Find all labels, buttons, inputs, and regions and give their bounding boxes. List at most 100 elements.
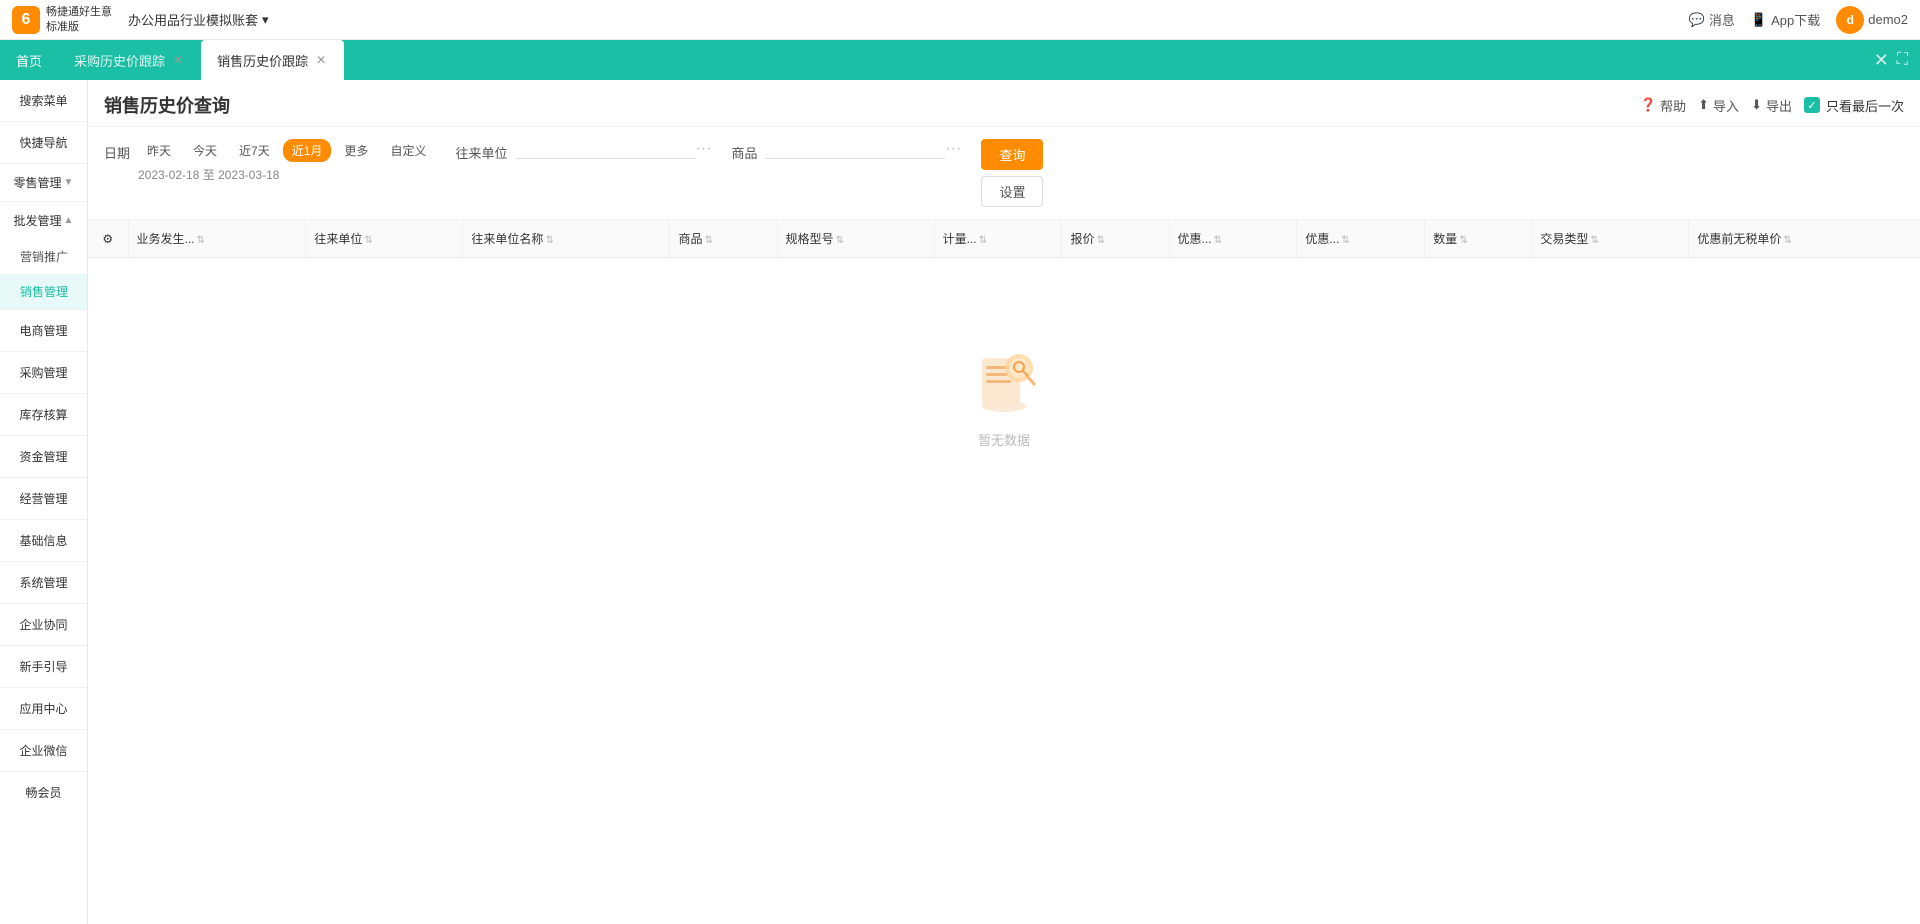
date-filter-label: 日期 [104, 139, 130, 162]
app-download-button[interactable]: 📱 App下载 [1751, 10, 1820, 29]
import-label: 导入 [1713, 96, 1739, 115]
sidebar-quick-nav-label: 快捷导航 [19, 134, 67, 151]
table-col-gear[interactable]: ⚙ [88, 220, 128, 258]
tab-purchase-history[interactable]: 采购历史价跟踪 ✕ [58, 40, 201, 80]
only-last-checkbox-label[interactable]: ✓ 只看最后一次 [1804, 96, 1904, 115]
sidebar-search-label: 搜索菜单 [19, 92, 67, 109]
date-range-display: 2023-02-18 至 2023-03-18 [138, 166, 435, 183]
table-container: ⚙ 业务发生...⇅ 往来单位⇅ 往来单位名称⇅ 商品⇅ [88, 220, 1920, 924]
sidebar-item-quick-nav[interactable]: 快捷导航 [0, 122, 87, 163]
date-btn-7days[interactable]: 近7天 [230, 139, 279, 162]
sidebar-retail-label: 零售管理 [14, 174, 62, 191]
goods-input-picker[interactable]: ··· [945, 140, 961, 158]
content-area: 销售历史价查询 ❓ 帮助 ⬆ 导入 ⬇ 导出 ✓ 只看最后一次 [88, 80, 1920, 924]
sidebar: 搜索菜单 快捷导航 零售管理 ▼ 批发管理 ▲ 营销推广 销售管理 [0, 80, 88, 924]
sidebar-finance-label: 资金管理 [19, 448, 67, 465]
date-btn-today[interactable]: 今天 [184, 139, 226, 162]
sidebar-inventory-label: 库存核算 [19, 406, 67, 423]
sidebar-item-ecommerce[interactable]: 电商管理 [0, 310, 87, 351]
tab-bar-actions: ✕ ⛶ [1862, 40, 1920, 80]
only-last-label: 只看最后一次 [1826, 96, 1904, 115]
sidebar-member-label: 畅会员 [25, 784, 61, 801]
sidebar-item-wholesale[interactable]: 批发管理 ▲ [0, 202, 87, 239]
settings-button[interactable]: 设置 [981, 176, 1043, 207]
sidebar-item-inventory[interactable]: 库存核算 [0, 394, 87, 435]
dropdown-arrow-icon: ▾ [262, 12, 269, 28]
tab-close-all-icon[interactable]: ✕ [1874, 50, 1889, 71]
help-action[interactable]: ❓ 帮助 [1640, 96, 1686, 115]
sidebar-item-member[interactable]: 畅会员 [0, 772, 87, 813]
date-btn-more[interactable]: 更多 [335, 139, 377, 162]
sidebar-wholesale-label: 批发管理 [14, 212, 62, 229]
sidebar-newbie-guide-label: 新手引导 [19, 658, 67, 675]
tab-sales-history-label: 销售历史价跟踪 [217, 51, 308, 70]
date-filter-group: 日期 昨天 今天 近7天 近1月 更多 自定义 2023-02-18 至 202… [104, 139, 435, 183]
sidebar-basic-info-label: 基础信息 [19, 532, 67, 549]
sidebar-ecommerce-label: 电商管理 [19, 322, 67, 339]
sidebar-marketing-label: 营销推广 [20, 250, 68, 264]
page-title: 销售历史价查询 [104, 92, 230, 118]
sidebar-item-basic-info[interactable]: 基础信息 [0, 520, 87, 561]
page-actions: ❓ 帮助 ⬆ 导入 ⬇ 导出 ✓ 只看最后一次 [1640, 96, 1904, 115]
data-table: ⚙ 业务发生...⇅ 往来单位⇅ 往来单位名称⇅ 商品⇅ [88, 220, 1920, 258]
partner-input-container: ··· [515, 139, 711, 159]
app-selector[interactable]: 办公用品行业模拟账套 ▾ [120, 6, 277, 33]
page-header: 销售历史价查询 ❓ 帮助 ⬆ 导入 ⬇ 导出 ✓ 只看最后一次 [88, 80, 1920, 127]
query-button[interactable]: 查询 [981, 139, 1043, 170]
date-btn-1month[interactable]: 近1月 [283, 139, 332, 162]
sidebar-sub-item-marketing[interactable]: 营销推广 [0, 239, 87, 274]
user-avatar: d [1836, 6, 1864, 34]
top-bar-left: 6 畅捷通好生意 标准版 办公用品行业模拟账套 ▾ [12, 5, 277, 34]
sidebar-item-corp-wechat[interactable]: 企业微信 [0, 730, 87, 771]
tab-bar: 首页 采购历史价跟踪 ✕ 销售历史价跟踪 ✕ ✕ ⛶ [0, 40, 1920, 80]
export-label: 导出 [1766, 96, 1792, 115]
tab-home[interactable]: 首页 [0, 40, 58, 80]
user-profile[interactable]: d demo2 [1836, 6, 1908, 34]
tab-sales-history[interactable]: 销售历史价跟踪 ✕ [201, 40, 344, 80]
sidebar-item-retail[interactable]: 零售管理 ▼ [0, 164, 87, 201]
help-label: 帮助 [1660, 96, 1686, 115]
username-label: demo2 [1868, 12, 1908, 27]
partner-input-picker[interactable]: ··· [695, 140, 711, 158]
tab-purchase-history-close[interactable]: ✕ [171, 51, 185, 69]
sidebar-item-purchase[interactable]: 采购管理 [0, 352, 87, 393]
date-btn-yesterday[interactable]: 昨天 [138, 139, 180, 162]
main-layout: 搜索菜单 快捷导航 零售管理 ▼ 批发管理 ▲ 营销推广 销售管理 [0, 80, 1920, 924]
table-col-spec: 规格型号⇅ [777, 220, 934, 258]
tab-maximize-icon[interactable]: ⛶ [1897, 51, 1908, 69]
table-col-partner-code: 往来单位⇅ [306, 220, 463, 258]
date-options: 昨天 今天 近7天 近1月 更多 自定义 2023-02-18 至 2023-0… [138, 139, 435, 183]
import-icon: ⬆ [1698, 97, 1709, 113]
partner-filter-label: 往来单位 [455, 139, 507, 162]
sidebar-sub-item-sales-mgmt[interactable]: 销售管理 [0, 274, 87, 309]
import-action[interactable]: ⬆ 导入 [1698, 96, 1739, 115]
date-btn-custom[interactable]: 自定义 [381, 139, 435, 162]
date-buttons: 昨天 今天 近7天 近1月 更多 自定义 [138, 139, 435, 162]
sidebar-item-corp-collab[interactable]: 企业协同 [0, 604, 87, 645]
tab-sales-history-close[interactable]: ✕ [314, 51, 328, 69]
goods-filter-group: 商品 ··· [731, 139, 961, 162]
goods-input[interactable] [765, 139, 945, 159]
sidebar-item-app-center[interactable]: 应用中心 [0, 688, 87, 729]
sidebar-item-operations[interactable]: 经营管理 [0, 478, 87, 519]
export-action[interactable]: ⬇ 导出 [1751, 96, 1792, 115]
filter-bar: 日期 昨天 今天 近7天 近1月 更多 自定义 2023-02-18 至 202… [88, 127, 1920, 220]
sidebar-item-newbie-guide[interactable]: 新手引导 [0, 646, 87, 687]
sidebar-corp-collab-label: 企业协同 [19, 616, 67, 633]
table-col-unit: 计量...⇅ [934, 220, 1062, 258]
table-col-discount2: 优惠...⇅ [1297, 220, 1425, 258]
message-icon: 💬 [1689, 12, 1705, 28]
sidebar-item-finance[interactable]: 资金管理 [0, 436, 87, 477]
sidebar-purchase-label: 采购管理 [19, 364, 67, 381]
sidebar-item-system[interactable]: 系统管理 [0, 562, 87, 603]
table-col-biz-date: 业务发生...⇅ [128, 220, 306, 258]
partner-input[interactable] [515, 139, 695, 159]
logo-area: 6 畅捷通好生意 标准版 [12, 5, 112, 34]
message-label: 消息 [1709, 10, 1735, 29]
only-last-checkbox[interactable]: ✓ [1804, 97, 1820, 113]
empty-state: 暂无数据 [88, 258, 1920, 529]
sidebar-item-search[interactable]: 搜索菜单 [0, 80, 87, 121]
message-button[interactable]: 💬 消息 [1689, 10, 1735, 29]
table-col-pretax-price: 优惠前无税单价⇅ [1689, 220, 1920, 258]
tab-purchase-history-label: 采购历史价跟踪 [74, 51, 165, 70]
